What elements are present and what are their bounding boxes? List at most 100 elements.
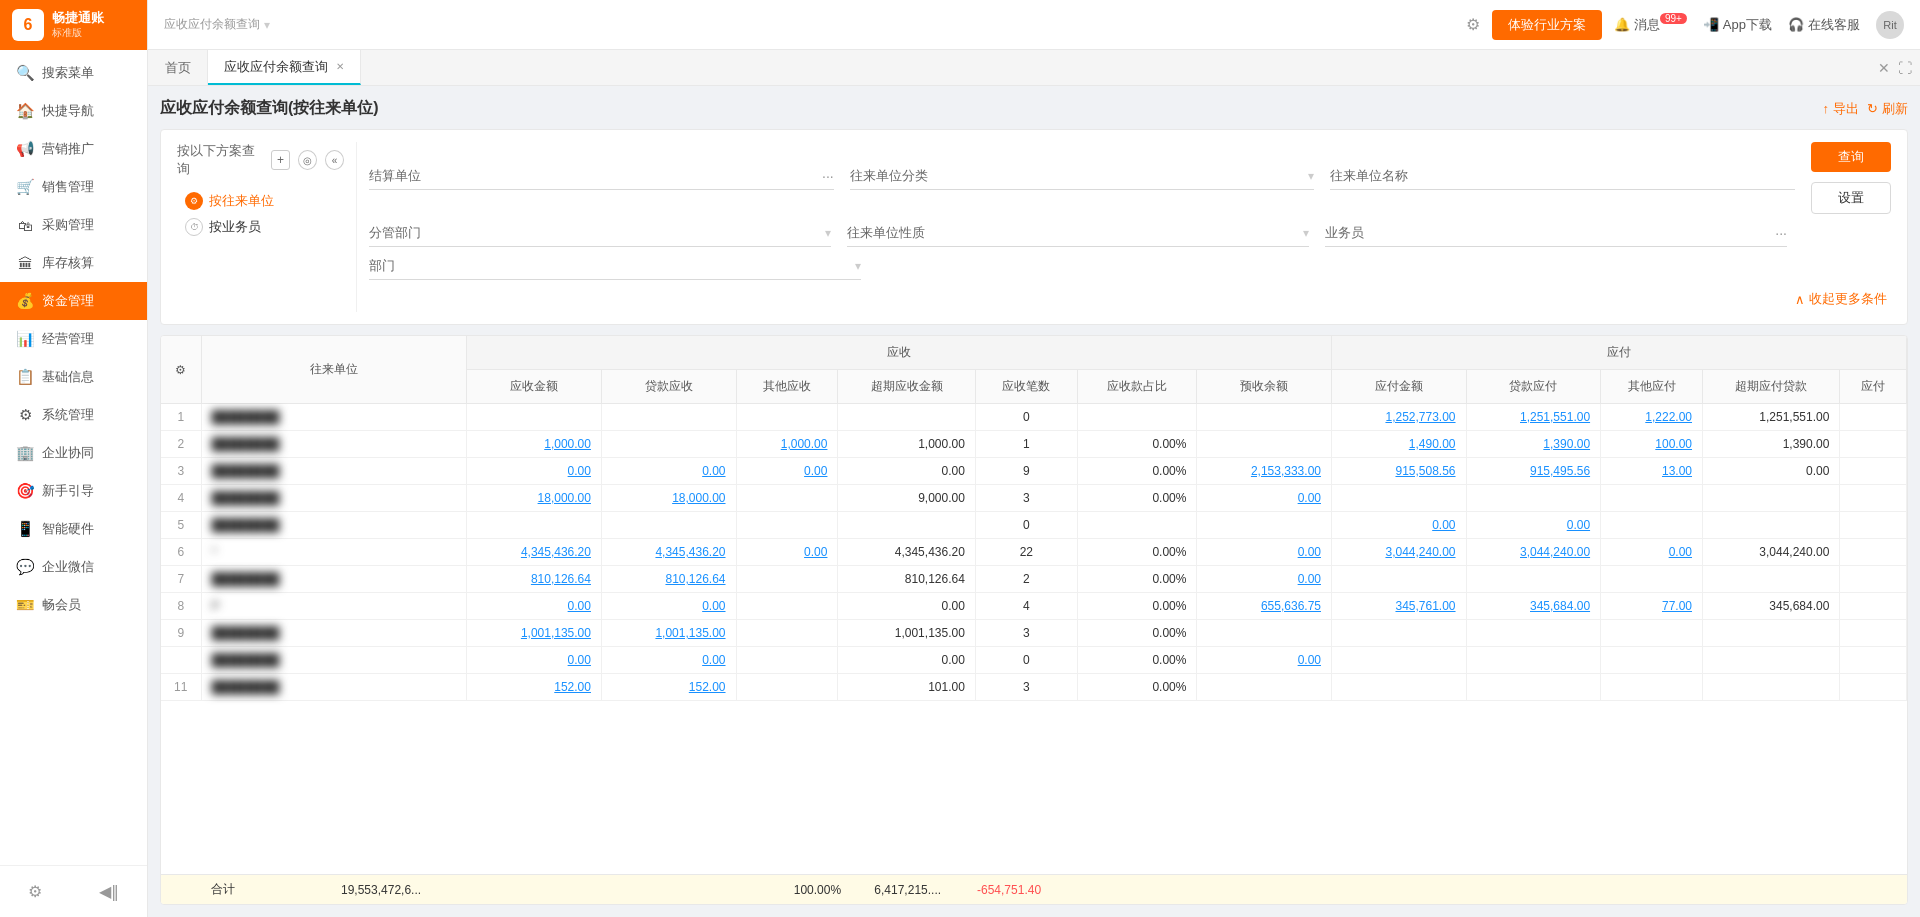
filter-option-by-staff[interactable]: ⏱ 按业务员 xyxy=(177,214,344,240)
sidebar-item-member[interactable]: 🎫 畅会员 xyxy=(0,586,147,624)
export-btn[interactable]: ↑ 导出 xyxy=(1823,100,1860,118)
pay_amount-cell[interactable] xyxy=(1331,620,1466,647)
loan_recv-cell[interactable] xyxy=(601,431,736,458)
recv_amount-cell[interactable]: 18,000.00 xyxy=(467,485,602,512)
tab-maximize-btn[interactable]: ⛶ xyxy=(1898,60,1912,76)
other_pay-cell[interactable]: 77.00 xyxy=(1601,593,1703,620)
other_recv-cell[interactable]: 0.00 xyxy=(736,458,838,485)
settlement-unit-dots[interactable]: ··· xyxy=(822,168,834,184)
other_pay-cell[interactable]: 100.00 xyxy=(1601,431,1703,458)
other_recv-cell[interactable] xyxy=(736,620,838,647)
other_pay-cell[interactable]: 0.00 xyxy=(1601,539,1703,566)
sidebar-settings-btn[interactable]: ⚙ xyxy=(22,876,48,907)
other_pay-cell[interactable] xyxy=(1601,674,1703,701)
sidebar-item-enterprise[interactable]: 🏢 企业协同 xyxy=(0,434,147,472)
prepaid_balance-cell[interactable] xyxy=(1197,620,1332,647)
other_recv-cell[interactable] xyxy=(736,512,838,539)
prepaid_balance-cell[interactable] xyxy=(1197,431,1332,458)
recv_amount-cell[interactable] xyxy=(467,404,602,431)
filter-collapse-scheme-btn[interactable]: « xyxy=(325,150,344,170)
sidebar-item-sales[interactable]: 🛒 销售管理 xyxy=(0,168,147,206)
other_pay-cell[interactable] xyxy=(1601,512,1703,539)
table-settings-icon[interactable]: ⚙ xyxy=(175,363,186,377)
recv_amount-cell[interactable] xyxy=(467,512,602,539)
loan_pay-cell[interactable] xyxy=(1466,647,1601,674)
other_pay-cell[interactable]: 13.00 xyxy=(1601,458,1703,485)
other_pay-cell[interactable] xyxy=(1601,485,1703,512)
pay_amount-cell[interactable]: 1,490.00 xyxy=(1331,431,1466,458)
loan_pay-cell[interactable]: 1,251,551.00 xyxy=(1466,404,1601,431)
other_recv-cell[interactable] xyxy=(736,647,838,674)
th-settings[interactable]: ⚙ xyxy=(161,336,201,404)
other_recv-cell[interactable] xyxy=(736,566,838,593)
sidebar-item-enterprise-wechat[interactable]: 💬 企业微信 xyxy=(0,548,147,586)
loan_recv-cell[interactable]: 1,001,135.00 xyxy=(601,620,736,647)
pay_amount-cell[interactable] xyxy=(1331,566,1466,593)
loan_recv-cell[interactable]: 0.00 xyxy=(601,593,736,620)
prepaid_balance-cell[interactable]: 0.00 xyxy=(1197,647,1332,674)
header-message-btn[interactable]: 🔔 消息 99+ xyxy=(1614,16,1687,34)
sidebar-item-beginner[interactable]: 🎯 新手引导 xyxy=(0,472,147,510)
refresh-btn[interactable]: ↻ 刷新 xyxy=(1867,100,1908,118)
other_recv-cell[interactable] xyxy=(736,593,838,620)
other_recv-cell[interactable] xyxy=(736,485,838,512)
sidebar-item-smart-hw[interactable]: 📱 智能硬件 xyxy=(0,510,147,548)
loan_recv-cell[interactable]: 18,000.00 xyxy=(601,485,736,512)
sidebar-item-operations[interactable]: 📊 经营管理 xyxy=(0,320,147,358)
header-gear-btn[interactable]: ⚙ xyxy=(1466,15,1480,34)
header-user-avatar[interactable]: Rit xyxy=(1876,11,1904,39)
sidebar-item-capital[interactable]: 💰 资金管理 xyxy=(0,282,147,320)
recv_amount-cell[interactable]: 4,345,436.20 xyxy=(467,539,602,566)
other_pay-cell[interactable] xyxy=(1601,647,1703,674)
loan_recv-cell[interactable]: 152.00 xyxy=(601,674,736,701)
loan_recv-cell[interactable]: 810,126.64 xyxy=(601,566,736,593)
recv_amount-cell[interactable]: 0.00 xyxy=(467,458,602,485)
loan_pay-cell[interactable]: 0.00 xyxy=(1466,512,1601,539)
pay_amount-cell[interactable]: 3,044,240.00 xyxy=(1331,539,1466,566)
other_recv-cell[interactable]: 0.00 xyxy=(736,539,838,566)
prepaid_balance-cell[interactable] xyxy=(1197,404,1332,431)
filter-add-btn[interactable]: + xyxy=(271,150,290,170)
loan_pay-cell[interactable] xyxy=(1466,620,1601,647)
loan_recv-cell[interactable] xyxy=(601,404,736,431)
other_recv-cell[interactable]: 1,000.00 xyxy=(736,431,838,458)
set-btn[interactable]: 设置 xyxy=(1811,182,1891,214)
loan_pay-cell[interactable]: 345,684.00 xyxy=(1466,593,1601,620)
sidebar-item-inventory[interactable]: 🏛 库存核算 xyxy=(0,244,147,282)
loan_pay-cell[interactable]: 1,390.00 xyxy=(1466,431,1601,458)
recv_amount-cell[interactable]: 0.00 xyxy=(467,593,602,620)
other_recv-cell[interactable] xyxy=(736,404,838,431)
header-app-download-btn[interactable]: 📲 App下载 xyxy=(1703,16,1772,34)
loan_recv-cell[interactable]: 0.00 xyxy=(601,647,736,674)
loan_pay-cell[interactable]: 915,495.56 xyxy=(1466,458,1601,485)
sidebar-item-quick-nav[interactable]: 🏠 快捷导航 xyxy=(0,92,147,130)
loan_pay-cell[interactable] xyxy=(1466,674,1601,701)
loan_recv-cell[interactable]: 4,345,436.20 xyxy=(601,539,736,566)
query-btn[interactable]: 查询 xyxy=(1811,142,1891,172)
filter-scheme-btn[interactable]: ◎ xyxy=(298,150,317,170)
prepaid_balance-cell[interactable]: 0.00 xyxy=(1197,485,1332,512)
prepaid_balance-cell[interactable]: 655,636.75 xyxy=(1197,593,1332,620)
pay_amount-cell[interactable]: 1,252,773.00 xyxy=(1331,404,1466,431)
sidebar-item-marketing[interactable]: 📢 营销推广 xyxy=(0,130,147,168)
table-wrapper[interactable]: ⚙ 往来单位 应收 应付 xyxy=(161,336,1907,874)
recv_amount-cell[interactable]: 1,001,135.00 xyxy=(467,620,602,647)
recv_amount-cell[interactable]: 1,000.00 xyxy=(467,431,602,458)
pay_amount-cell[interactable]: 0.00 xyxy=(1331,512,1466,539)
loan_pay-cell[interactable]: 3,044,240.00 xyxy=(1466,539,1601,566)
other_pay-cell[interactable]: 1,222.00 xyxy=(1601,404,1703,431)
recv_amount-cell[interactable]: 152.00 xyxy=(467,674,602,701)
sidebar-item-search-menu[interactable]: 🔍 搜索菜单 xyxy=(0,54,147,92)
pay_amount-cell[interactable] xyxy=(1331,485,1466,512)
pay_amount-cell[interactable]: 915,508.56 xyxy=(1331,458,1466,485)
header-online-service-btn[interactable]: 🎧 在线客服 xyxy=(1788,16,1860,34)
loan_pay-cell[interactable] xyxy=(1466,485,1601,512)
sidebar-item-basic-info[interactable]: 📋 基础信息 xyxy=(0,358,147,396)
prepaid_balance-cell[interactable]: 0.00 xyxy=(1197,566,1332,593)
prepaid_balance-cell[interactable] xyxy=(1197,674,1332,701)
prepaid_balance-cell[interactable]: 0.00 xyxy=(1197,539,1332,566)
pay_amount-cell[interactable]: 345,761.00 xyxy=(1331,593,1466,620)
pay_amount-cell[interactable] xyxy=(1331,674,1466,701)
loan_pay-cell[interactable] xyxy=(1466,566,1601,593)
other_pay-cell[interactable] xyxy=(1601,620,1703,647)
